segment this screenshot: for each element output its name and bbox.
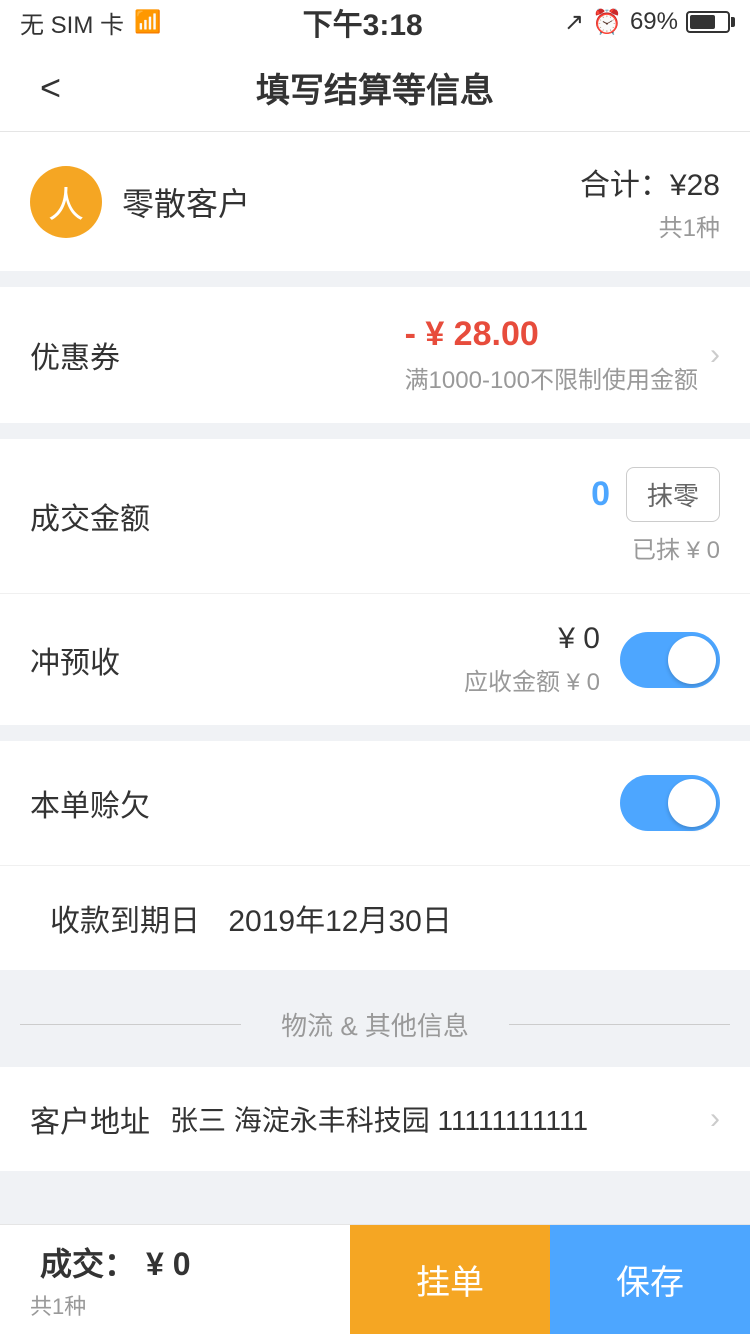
debt-label: 本单赊欠 — [30, 781, 150, 825]
battery-percent: 69% — [630, 8, 678, 36]
divider-line-left — [20, 1024, 241, 1025]
prepaid-label: 冲预收 — [30, 638, 120, 682]
deal-label: 成交金额 — [30, 494, 150, 538]
logistics-divider: 物流 & 其他信息 — [0, 986, 750, 1063]
prepaid-toggle[interactable] — [620, 632, 720, 688]
battery-fill — [690, 15, 715, 29]
page-title: 填写结算等信息 — [256, 63, 494, 112]
due-date-label: 收款到期日 2019年12月30日 — [30, 905, 452, 938]
deal-section: 成交金额 0 抹零 已抹 ¥ 0 冲预收 ¥ 0 应收金额 ¥ 0 — [0, 439, 750, 725]
alarm-icon: ⏰ — [592, 8, 622, 37]
prepaid-sub: 应收金额 ¥ 0 — [464, 662, 600, 697]
address-value: 张三 海淀永丰科技园 11111111111 — [170, 1099, 710, 1139]
coupon-sub: 满1000-100不限制使用金额 — [405, 360, 698, 395]
address-section: 客户地址 张三 海淀永丰科技园 11111111111 › — [0, 1067, 750, 1171]
prepaid-row: 冲预收 ¥ 0 应收金额 ¥ 0 — [0, 594, 750, 725]
coupon-row[interactable]: 优惠券 - ¥ 28.00 满1000-100不限制使用金额 › — [0, 287, 750, 423]
sim-label: 无 SIM 卡 — [20, 5, 124, 40]
status-time: 下午3:18 — [303, 0, 423, 44]
status-left: 无 SIM 卡 📶 — [20, 5, 161, 40]
coupon-label: 优惠券 — [30, 333, 120, 377]
bottom-bar: 成交：¥ 0 共1种 挂单 保存 — [0, 1224, 750, 1334]
count-label: 共1种 — [580, 208, 720, 243]
prepaid-value: ¥ 0 — [464, 622, 600, 656]
toggle-knob — [668, 636, 716, 684]
deal-sub: 已抹 ¥ 0 — [632, 530, 720, 565]
address-label: 客户地址 — [30, 1097, 150, 1141]
status-bar: 无 SIM 卡 📶 下午3:18 ↗ ⏰ 69% — [0, 0, 750, 44]
customer-row: 人 零散客户 合计：¥28 共1种 — [0, 132, 750, 271]
bottom-deal-label: 成交：¥ 0 — [30, 1239, 320, 1285]
deal-value: 0 — [591, 475, 610, 514]
debt-row: 本单赊欠 — [0, 741, 750, 865]
bottom-info: 成交：¥ 0 共1种 — [0, 1225, 350, 1334]
nav-bar: < 填写结算等信息 — [0, 44, 750, 132]
save-button[interactable]: 保存 — [550, 1225, 750, 1334]
deal-amount-row: 成交金额 0 抹零 已抹 ¥ 0 — [0, 439, 750, 594]
customer-section: 人 零散客户 合计：¥28 共1种 — [0, 132, 750, 271]
status-right: ↗ ⏰ 69% — [564, 8, 730, 37]
debt-toggle[interactable] — [620, 775, 720, 831]
logistics-label: 物流 & 其他信息 — [281, 1006, 469, 1043]
back-button[interactable]: < — [30, 57, 71, 119]
due-date-value: 2019年12月30日 — [228, 905, 451, 938]
avatar-icon: 人 — [48, 176, 84, 228]
location-icon: ↗ — [564, 8, 584, 37]
prepaid-left: 冲预收 — [30, 638, 120, 682]
bottom-count: 共1种 — [30, 1289, 320, 1321]
due-date-row: 收款到期日 2019年12月30日 — [0, 865, 750, 970]
bottom-deal-value: ¥ 0 — [146, 1246, 190, 1282]
customer-left: 人 零散客户 — [30, 166, 250, 238]
customer-name: 零散客户 — [122, 179, 250, 225]
total-label: 合计：¥28 — [580, 160, 720, 204]
pend-button[interactable]: 挂单 — [350, 1225, 550, 1334]
address-row[interactable]: 客户地址 张三 海淀永丰科技园 11111111111 › — [0, 1067, 750, 1171]
round-button[interactable]: 抹零 — [626, 467, 720, 522]
main-content: 人 零散客户 合计：¥28 共1种 优惠券 - ¥ 28.00 满1000-10… — [0, 132, 750, 1307]
coupon-section: 优惠券 - ¥ 28.00 满1000-100不限制使用金额 › — [0, 287, 750, 423]
address-chevron: › — [710, 1102, 720, 1136]
customer-right: 合计：¥28 共1种 — [580, 160, 720, 243]
battery-icon — [686, 11, 730, 33]
wifi-icon: 📶 — [134, 9, 161, 35]
debt-toggle-knob — [668, 779, 716, 827]
debt-section: 本单赊欠 收款到期日 2019年12月30日 — [0, 741, 750, 970]
coupon-value: - ¥ 28.00 — [405, 315, 698, 354]
divider-line-right — [509, 1024, 730, 1025]
coupon-chevron: › — [710, 338, 720, 372]
customer-avatar: 人 — [30, 166, 102, 238]
coupon-right: - ¥ 28.00 满1000-100不限制使用金额 › — [405, 315, 720, 395]
